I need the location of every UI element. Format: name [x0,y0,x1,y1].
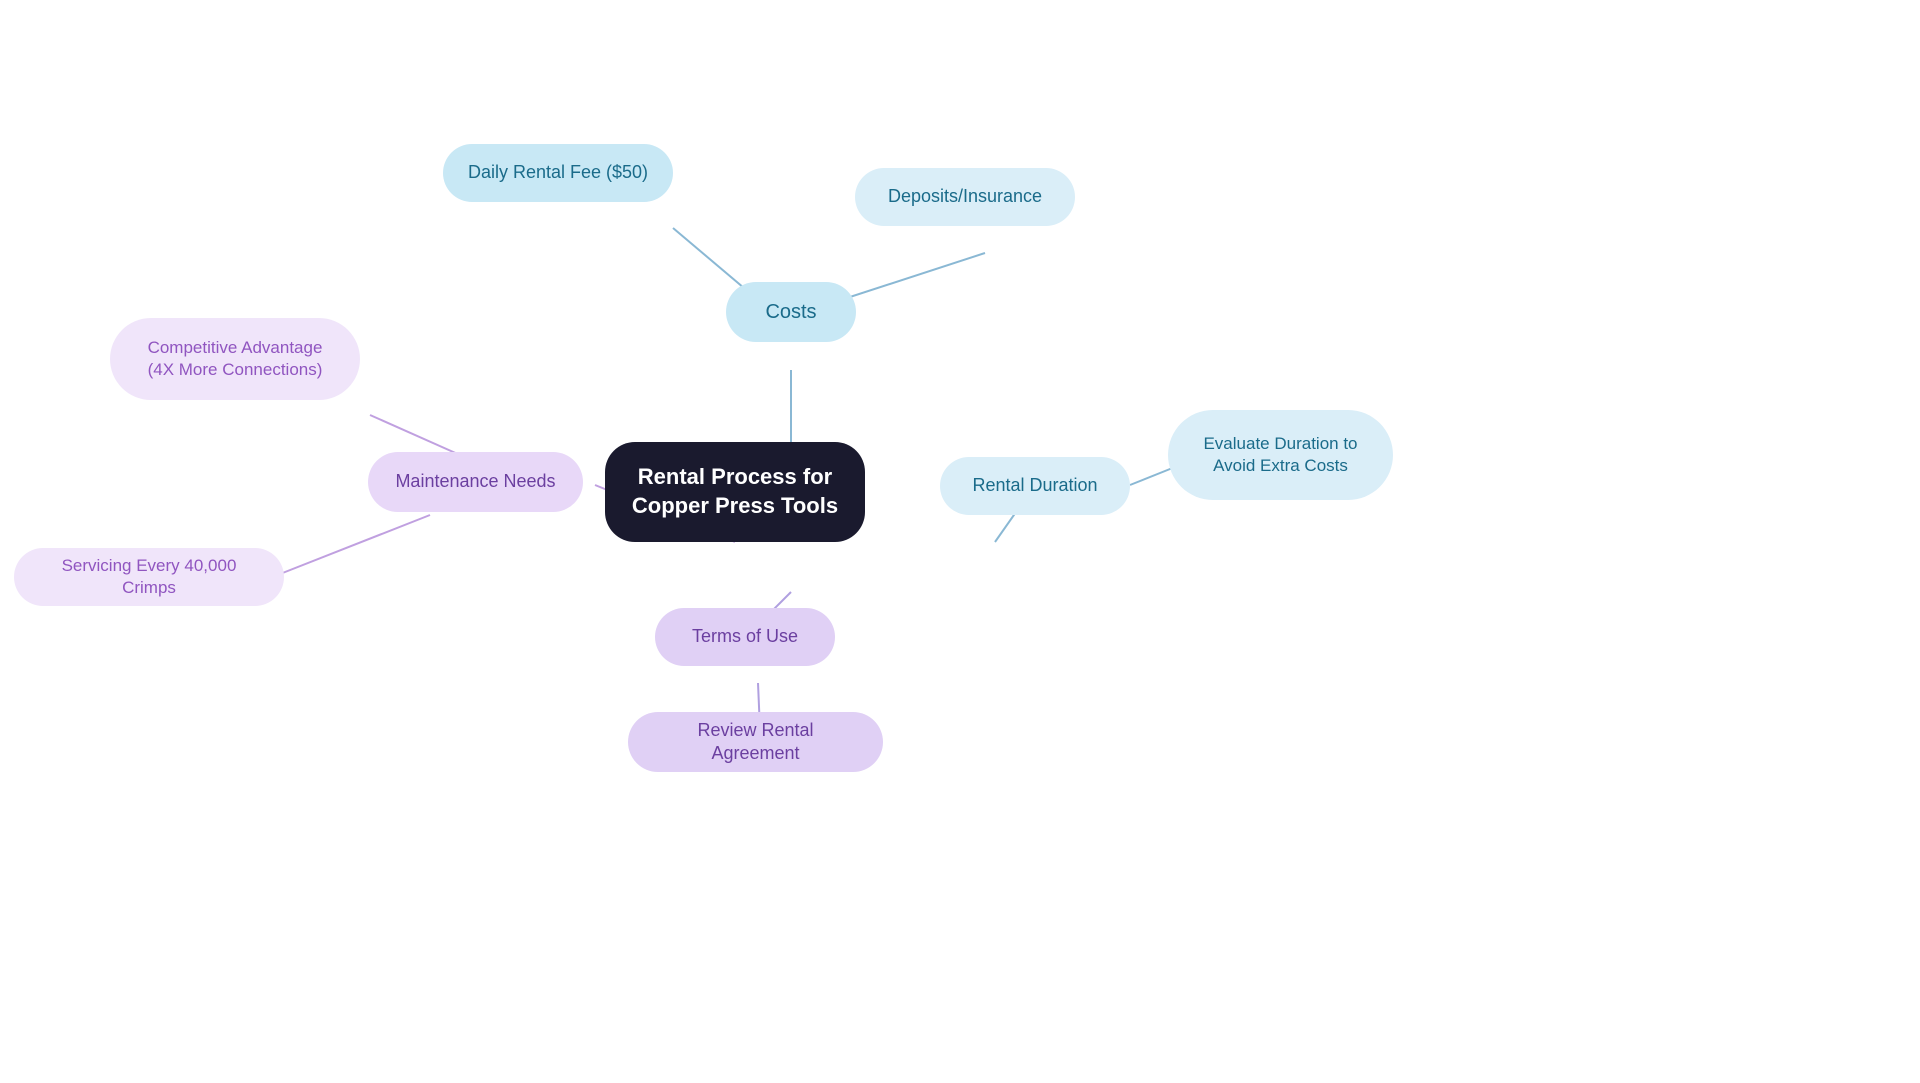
terms-of-use-node: Terms of Use [655,608,835,666]
maintenance-needs-node: Maintenance Needs [368,452,583,512]
deposits-insurance-node: Deposits/Insurance [855,168,1075,226]
costs-node: Costs [726,282,856,342]
center-node: Rental Process for Copper Press Tools [605,442,865,542]
review-rental-agreement-node: Review Rental Agreement [628,712,883,772]
evaluate-duration-node: Evaluate Duration to Avoid Extra Costs [1168,410,1393,500]
servicing-node: Servicing Every 40,000 Crimps [14,548,284,606]
rental-duration-node: Rental Duration [940,457,1130,515]
daily-rental-fee-node: Daily Rental Fee ($50) [443,144,673,202]
competitive-advantage-node: Competitive Advantage (4X More Connectio… [110,318,360,400]
